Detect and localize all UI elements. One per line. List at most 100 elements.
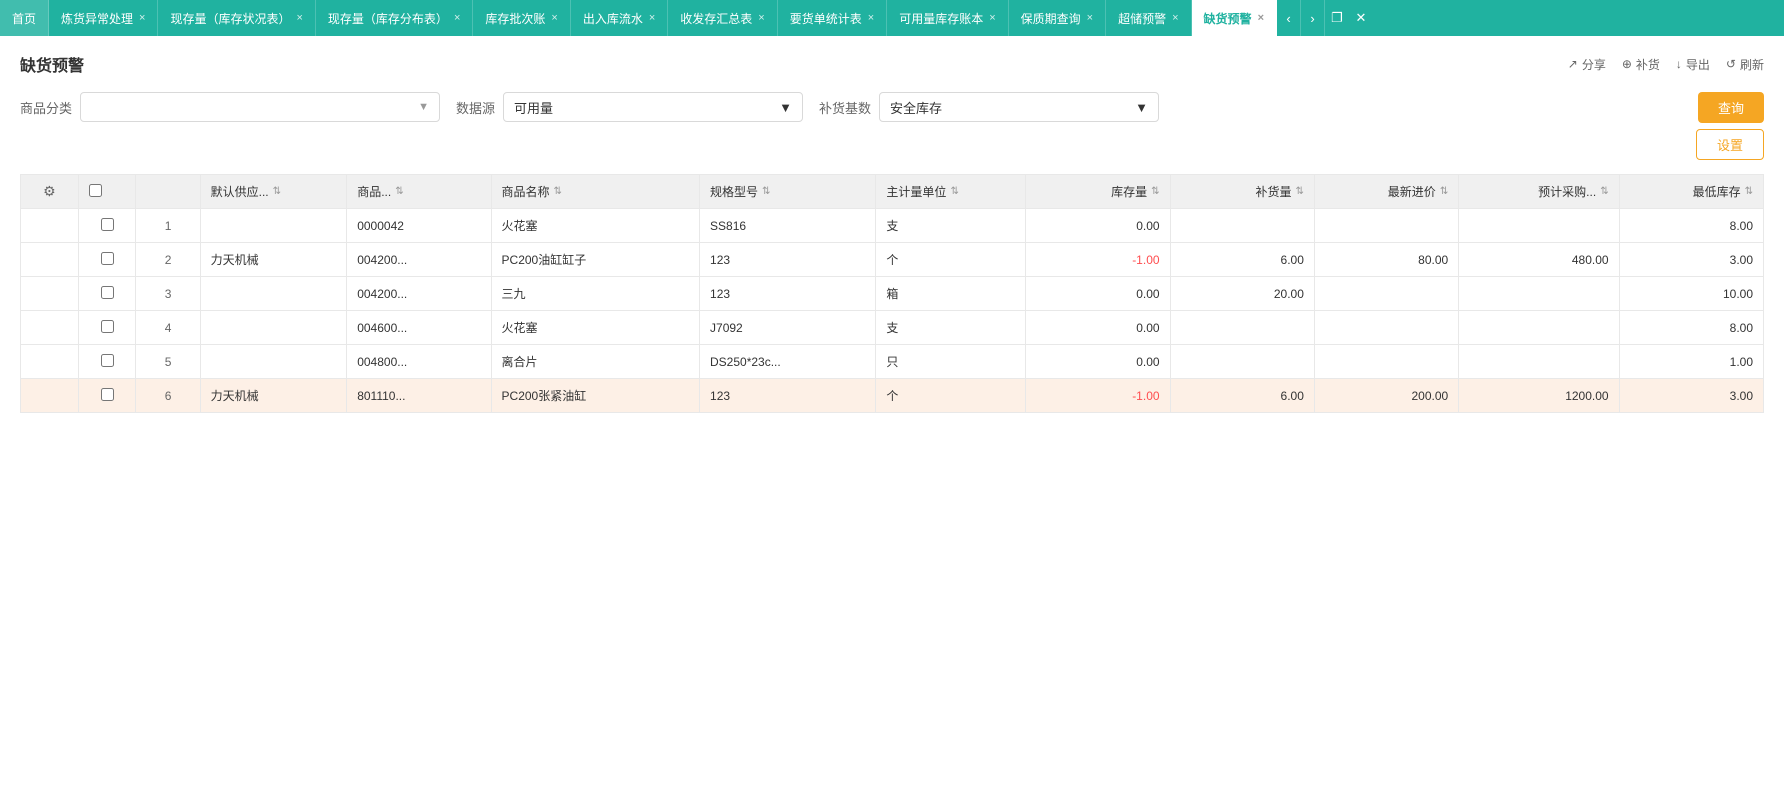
cell-estimate-5: 1200.00 — [1459, 379, 1619, 413]
th-min-stock[interactable]: 最低库存 ⇅ — [1619, 175, 1763, 209]
th-checkbox — [78, 175, 136, 209]
category-arrow-icon: ▼ — [418, 101, 429, 113]
tab-close-inout[interactable]: × — [649, 12, 655, 24]
tab-close-shortage[interactable]: × — [1258, 12, 1264, 24]
cell-estimate-4 — [1459, 345, 1619, 379]
cell-name-3: 火花塞 — [491, 311, 699, 345]
replenish-button[interactable]: ⊕ 补货 — [1622, 56, 1660, 73]
row-checkbox-5[interactable] — [101, 388, 114, 401]
tab-overstock[interactable]: 超储预警 × — [1106, 0, 1191, 36]
settings-button[interactable]: 设置 — [1696, 129, 1764, 160]
cell-min-stock-1: 3.00 — [1619, 243, 1763, 277]
th-latest-price[interactable]: 最新进价 ⇅ — [1314, 175, 1458, 209]
cell-gear-1 — [21, 243, 79, 277]
tab-close-exception[interactable]: × — [139, 12, 145, 24]
cell-replenish-0 — [1170, 209, 1314, 243]
tab-prev-button[interactable]: ‹ — [1277, 0, 1301, 36]
tab-close-overstock[interactable]: × — [1172, 12, 1178, 24]
tab-batch[interactable]: 库存批次账 × — [473, 0, 570, 36]
sort-stock-icon: ⇅ — [1151, 186, 1159, 197]
row-checkbox-3[interactable] — [101, 320, 114, 333]
th-unit[interactable]: 主计量单位 ⇅ — [876, 175, 1026, 209]
row-checkbox-4[interactable] — [101, 354, 114, 367]
th-index — [136, 175, 200, 209]
th-name[interactable]: 商品名称 ⇅ — [491, 175, 699, 209]
replenish-base-value: 安全库存 — [890, 98, 942, 117]
category-label: 商品分类 — [20, 98, 72, 117]
tab-close-stock-dist[interactable]: × — [454, 12, 460, 24]
replenish-base-select[interactable]: 安全库存 ▼ — [879, 92, 1159, 122]
cell-min-stock-2: 10.00 — [1619, 277, 1763, 311]
tab-restore-button[interactable]: ❐ — [1325, 0, 1349, 36]
cell-unit-0: 支 — [876, 209, 1026, 243]
datasource-label: 数据源 — [456, 98, 495, 117]
tab-close-batch[interactable]: × — [551, 12, 557, 24]
tab-close-requisition[interactable]: × — [868, 12, 874, 24]
cell-min-stock-0: 8.00 — [1619, 209, 1763, 243]
cell-unit-1: 个 — [876, 243, 1026, 277]
tab-available[interactable]: 可用量库存账本 × — [887, 0, 1008, 36]
page-header: 缺货预警 ↗ 分享 ⊕ 补货 ↓ 导出 ↺ 刷新 — [20, 52, 1764, 76]
th-stock[interactable]: 库存量 ⇅ — [1026, 175, 1170, 209]
data-table: ⚙ 默认供应... ⇅ 商品... ⇅ — [20, 174, 1764, 413]
th-code[interactable]: 商品... ⇅ — [347, 175, 491, 209]
tab-inout[interactable]: 出入库流水 × — [571, 0, 668, 36]
tab-home[interactable]: 首页 — [0, 0, 49, 36]
action-buttons: 查询 设置 — [1696, 92, 1764, 160]
sort-supplier-icon: ⇅ — [273, 186, 281, 197]
cell-index-0: 1 — [136, 209, 200, 243]
replenish-base-arrow-icon: ▼ — [1135, 100, 1148, 115]
cell-index-3: 4 — [136, 311, 200, 345]
category-select[interactable]: ▼ — [80, 92, 440, 122]
th-spec[interactable]: 规格型号 ⇅ — [700, 175, 876, 209]
tab-stock-status[interactable]: 现存量（库存状况表） × — [158, 0, 315, 36]
cell-name-0: 火花塞 — [491, 209, 699, 243]
th-replenish[interactable]: 补货量 ⇅ — [1170, 175, 1314, 209]
tab-close-stock-status[interactable]: × — [296, 12, 302, 24]
datasource-select[interactable]: 可用量 ▼ — [503, 92, 803, 122]
tab-stock-dist[interactable]: 现存量（库存分布表） × — [316, 0, 473, 36]
select-all-checkbox[interactable] — [89, 184, 102, 197]
tab-expiry[interactable]: 保质期查询 × — [1009, 0, 1106, 36]
tab-close-all-button[interactable]: ✕ — [1349, 0, 1373, 36]
cell-replenish-2: 20.00 — [1170, 277, 1314, 311]
tab-requisition[interactable]: 要货单统计表 × — [778, 0, 887, 36]
tab-collect[interactable]: 收发存汇总表 × — [668, 0, 777, 36]
export-button[interactable]: ↓ 导出 — [1676, 56, 1710, 73]
tab-close-available[interactable]: × — [989, 12, 995, 24]
cell-gear-3 — [21, 311, 79, 345]
cell-code-5: 801110... — [347, 379, 491, 413]
replenish-base-filter-group: 补货基数 安全库存 ▼ — [819, 92, 1159, 122]
cell-latest-price-1: 80.00 — [1314, 243, 1458, 277]
cell-min-stock-4: 1.00 — [1619, 345, 1763, 379]
cell-check-0 — [78, 209, 136, 243]
cell-unit-3: 支 — [876, 311, 1026, 345]
cell-check-3 — [78, 311, 136, 345]
refresh-button[interactable]: ↺ 刷新 — [1726, 56, 1764, 73]
tab-shortage[interactable]: 缺货预警 × — [1192, 0, 1277, 36]
row-checkbox-1[interactable] — [101, 252, 114, 265]
query-button[interactable]: 查询 — [1698, 92, 1764, 123]
tab-close-collect[interactable]: × — [758, 12, 764, 24]
tab-exception[interactable]: 炼货异常处理 × — [49, 0, 158, 36]
table-row: 2 力天机械 004200... PC200油缸缸子 123 个 -1.00 6… — [21, 243, 1764, 277]
cell-unit-2: 箱 — [876, 277, 1026, 311]
datasource-filter-group: 数据源 可用量 ▼ — [456, 92, 803, 122]
cell-check-1 — [78, 243, 136, 277]
row-checkbox-0[interactable] — [101, 218, 114, 231]
cell-stock-4: 0.00 — [1026, 345, 1170, 379]
tab-next-button[interactable]: › — [1301, 0, 1325, 36]
cell-replenish-4 — [1170, 345, 1314, 379]
th-supplier[interactable]: 默认供应... ⇅ — [200, 175, 347, 209]
share-button[interactable]: ↗ 分享 — [1568, 56, 1606, 73]
cell-index-4: 5 — [136, 345, 200, 379]
sort-spec-icon: ⇅ — [762, 186, 770, 197]
cell-index-5: 6 — [136, 379, 200, 413]
cell-supplier-4 — [200, 345, 347, 379]
th-estimate-purchase[interactable]: 预计采购... ⇅ — [1459, 175, 1619, 209]
table-row: 5 004800... 离合片 DS250*23c... 只 0.00 1.00 — [21, 345, 1764, 379]
sort-code-icon: ⇅ — [395, 186, 403, 197]
tab-close-expiry[interactable]: × — [1087, 12, 1093, 24]
row-checkbox-2[interactable] — [101, 286, 114, 299]
gear-icon[interactable]: ⚙ — [43, 183, 56, 200]
